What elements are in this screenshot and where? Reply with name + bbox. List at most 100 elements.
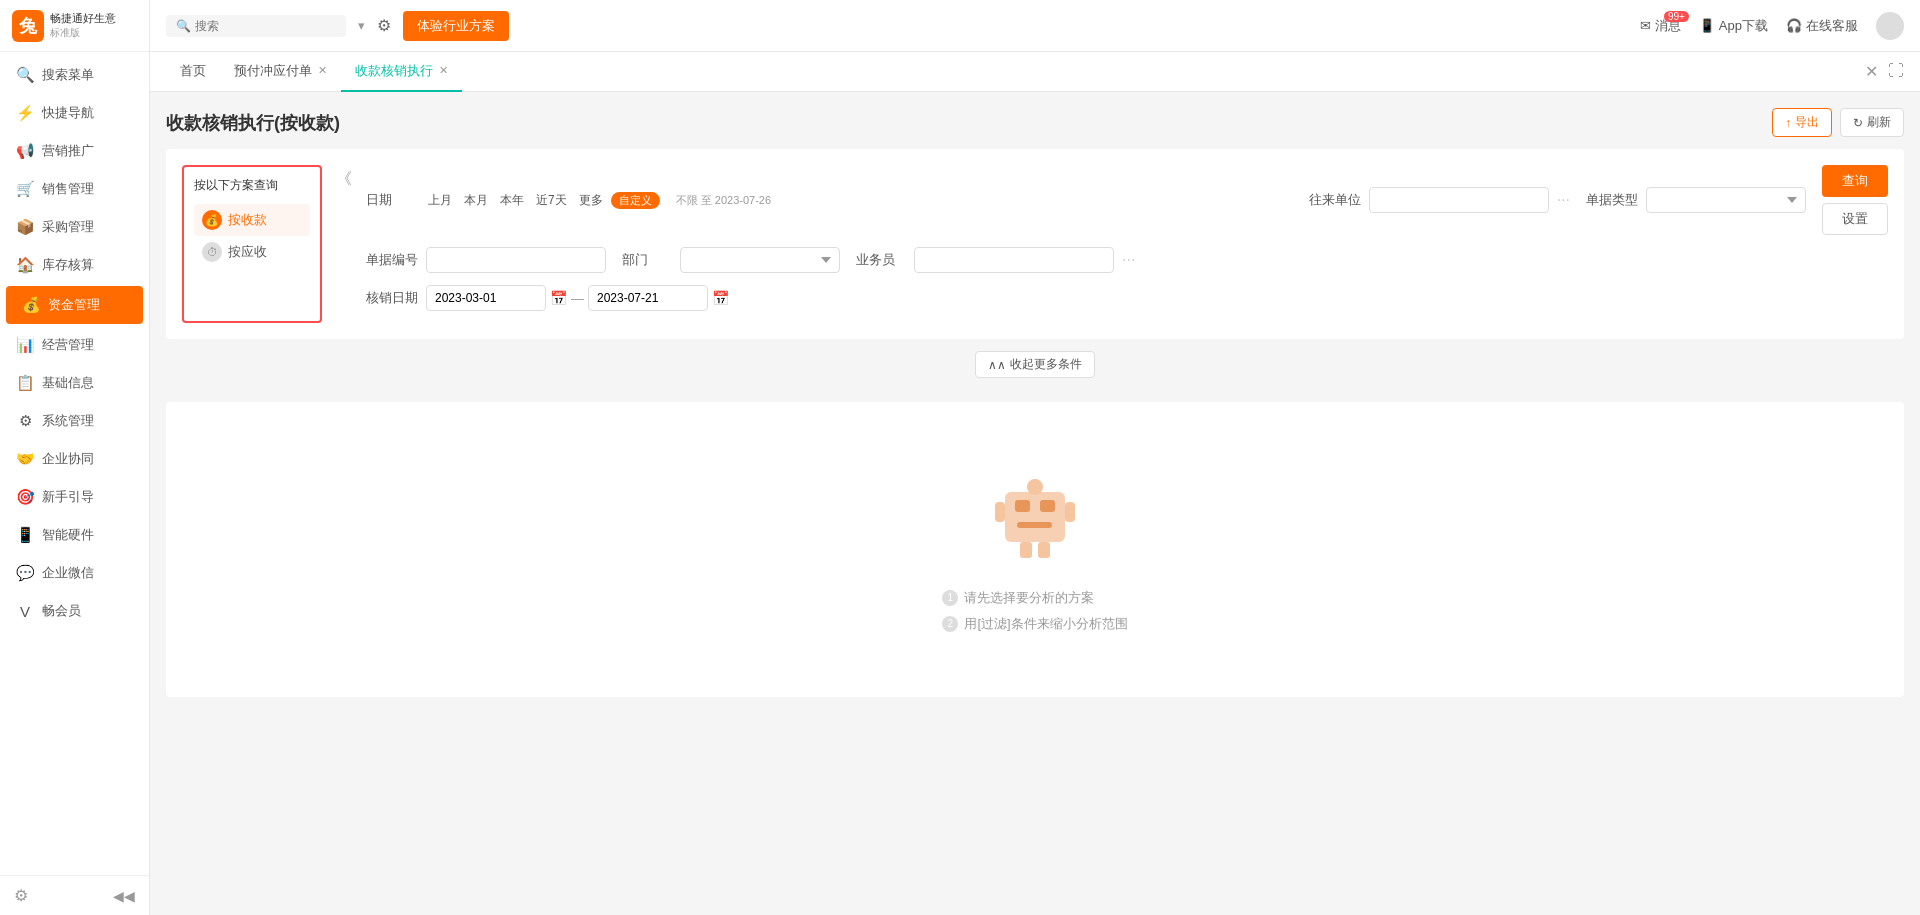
nav-label-6: 资金管理	[48, 296, 100, 314]
date-range-hint: 不限 至 2023-07-26	[676, 193, 771, 208]
tab-home[interactable]: 首页	[166, 52, 220, 92]
nav-icon-1: ⚡	[16, 104, 34, 122]
topbar: 🔍 ▾ ⚙ 体验行业方案 ✉ 消息 99+ 📱 App下载 🎧 在线客服	[150, 0, 1920, 52]
tab-prepay-label: 预付冲应付单	[234, 62, 312, 80]
nav-icon-0: 🔍	[16, 66, 34, 84]
app-download-link[interactable]: 📱 App下载	[1699, 17, 1768, 35]
custom-date-tag[interactable]: 自定义	[611, 192, 660, 209]
online-service-link[interactable]: 🎧 在线客服	[1786, 17, 1858, 35]
staff-input[interactable]	[914, 247, 1114, 273]
sidebar-collapse-icon[interactable]: ◀◀	[113, 888, 135, 904]
writeoff-start-calendar-icon[interactable]: 📅	[550, 290, 567, 306]
shortcut-7days[interactable]: 近7天	[532, 190, 571, 211]
shortcut-more[interactable]: 更多	[575, 190, 607, 211]
sidebar-item-10[interactable]: 🤝企业协同	[0, 440, 149, 478]
tip-number-1: 1	[942, 590, 958, 606]
date-label: 日期	[366, 191, 416, 209]
logo-area: 兔 畅捷通好生意 标准版	[0, 0, 149, 52]
settings-button[interactable]: 设置	[1822, 203, 1888, 235]
shortcut-this-month[interactable]: 本月	[460, 190, 492, 211]
export-button[interactable]: ↑ 导出	[1772, 108, 1832, 137]
empty-tip-1: 1 请先选择要分析的方案	[942, 585, 1127, 611]
sidebar-item-3[interactable]: 🛒销售管理	[0, 170, 149, 208]
writeoff-end-input[interactable]	[588, 285, 708, 311]
query-button[interactable]: 查询	[1822, 165, 1888, 197]
doc-no-input[interactable]	[426, 247, 606, 273]
tab-close-all-icon[interactable]: ✕	[1865, 62, 1878, 81]
staff-more-icon[interactable]: ···	[1122, 251, 1135, 269]
sidebar-item-2[interactable]: 📢营销推广	[0, 132, 149, 170]
sidebar-item-9[interactable]: ⚙系统管理	[0, 402, 149, 440]
message-button[interactable]: ✉ 消息 99+	[1640, 17, 1681, 35]
svg-rect-7	[1038, 542, 1050, 558]
filter-collapse-toggle[interactable]: 《	[334, 165, 354, 190]
svg-rect-2	[1040, 500, 1055, 512]
dept-label: 部门	[622, 251, 672, 269]
topbar-gear-icon[interactable]: ⚙	[377, 16, 391, 35]
nav-icon-6: 💰	[22, 296, 40, 314]
filter-option-by-receivable[interactable]: ⏱ 按应收	[194, 236, 310, 268]
sidebar-item-8[interactable]: 📋基础信息	[0, 364, 149, 402]
sidebar-item-5[interactable]: 🏠库存核算	[0, 246, 149, 284]
tab-prepay[interactable]: 预付冲应付单 ✕	[220, 52, 341, 92]
sidebar-item-14[interactable]: V畅会员	[0, 592, 149, 630]
writeoff-date-range: 📅 — 📅	[426, 285, 729, 311]
tab-writeoff-close[interactable]: ✕	[439, 64, 448, 77]
filter-option-receipt-label: 按收款	[228, 211, 267, 229]
nav-label-3: 销售管理	[42, 180, 94, 198]
nav-icon-10: 🤝	[16, 450, 34, 468]
collapse-label: 收起更多条件	[1010, 356, 1082, 373]
search-box[interactable]: 🔍	[166, 15, 346, 37]
collapse-more-button[interactable]: ∧∧ 收起更多条件	[975, 351, 1095, 378]
sidebar-item-12[interactable]: 📱智能硬件	[0, 516, 149, 554]
doc-type-select[interactable]	[1646, 187, 1806, 213]
tab-writeoff[interactable]: 收款核销执行 ✕	[341, 52, 462, 92]
dept-select[interactable]	[680, 247, 840, 273]
filter-option-by-receipt[interactable]: 💰 按收款	[194, 204, 310, 236]
empty-tips: 1 请先选择要分析的方案 2 用[过滤]条件来缩小分析范围	[942, 585, 1127, 637]
sidebar-item-13[interactable]: 💬企业微信	[0, 554, 149, 592]
dropdown-chevron-icon[interactable]: ▾	[358, 18, 365, 33]
nav-label-12: 智能硬件	[42, 526, 94, 544]
filter-panel: 按以下方案查询 💰 按收款 ⏱ 按应收 《 日期	[166, 149, 1904, 339]
search-input[interactable]	[195, 19, 325, 33]
sidebar-item-1[interactable]: ⚡快捷导航	[0, 94, 149, 132]
sidebar-item-11[interactable]: 🎯新手引导	[0, 478, 149, 516]
shortcut-this-year[interactable]: 本年	[496, 190, 528, 211]
counterparty-field: 往来单位 ···	[1309, 187, 1570, 213]
page-header: 收款核销执行(按收款) ↑ 导出 ↻ 刷新	[166, 108, 1904, 137]
nav-icon-2: 📢	[16, 142, 34, 160]
writeoff-start-input[interactable]	[426, 285, 546, 311]
writeoff-end-calendar-icon[interactable]: 📅	[712, 290, 729, 306]
tab-prepay-close[interactable]: ✕	[318, 64, 327, 77]
counterparty-input[interactable]	[1369, 187, 1549, 213]
sidebar: 兔 畅捷通好生意 标准版 🔍搜索菜单⚡快捷导航📢营销推广🛒销售管理📦采购管理🏠库…	[0, 0, 150, 915]
filter-sidebar-title: 按以下方案查询	[194, 177, 310, 194]
refresh-button[interactable]: ↻ 刷新	[1840, 108, 1904, 137]
nav-label-9: 系统管理	[42, 412, 94, 430]
query-actions: 查询 设置	[1822, 165, 1888, 235]
sidebar-item-6[interactable]: 💰 资金管理	[6, 286, 143, 324]
solution-button[interactable]: 体验行业方案	[403, 11, 509, 41]
shortcut-last-month[interactable]: 上月	[424, 190, 456, 211]
receipt-icon: 💰	[202, 210, 222, 230]
topbar-right: ✉ 消息 99+ 📱 App下载 🎧 在线客服	[1640, 12, 1904, 40]
main-area: 🔍 ▾ ⚙ 体验行业方案 ✉ 消息 99+ 📱 App下载 🎧 在线客服	[150, 0, 1920, 915]
nav-label-5: 库存核算	[42, 256, 94, 274]
user-avatar[interactable]	[1876, 12, 1904, 40]
settings-icon[interactable]: ⚙	[14, 886, 28, 905]
doc-type-field: 单据类型	[1586, 187, 1806, 213]
svg-rect-1	[1015, 500, 1030, 512]
sidebar-item-7[interactable]: 📊经营管理	[0, 326, 149, 364]
counterparty-more-icon[interactable]: ···	[1557, 191, 1570, 209]
empty-illustration	[975, 462, 1095, 565]
staff-field: 业务员 ···	[856, 247, 1135, 273]
sidebar-item-4[interactable]: 📦采购管理	[0, 208, 149, 246]
collapse-icon: ∧∧	[988, 358, 1006, 372]
tab-expand-icon[interactable]: ⛶	[1888, 62, 1904, 81]
svg-rect-6	[1020, 542, 1032, 558]
app-download-label: App下载	[1719, 17, 1768, 35]
tab-writeoff-label: 收款核销执行	[355, 62, 433, 80]
sidebar-item-0[interactable]: 🔍搜索菜单	[0, 56, 149, 94]
tip-text-1: 请先选择要分析的方案	[964, 585, 1094, 611]
